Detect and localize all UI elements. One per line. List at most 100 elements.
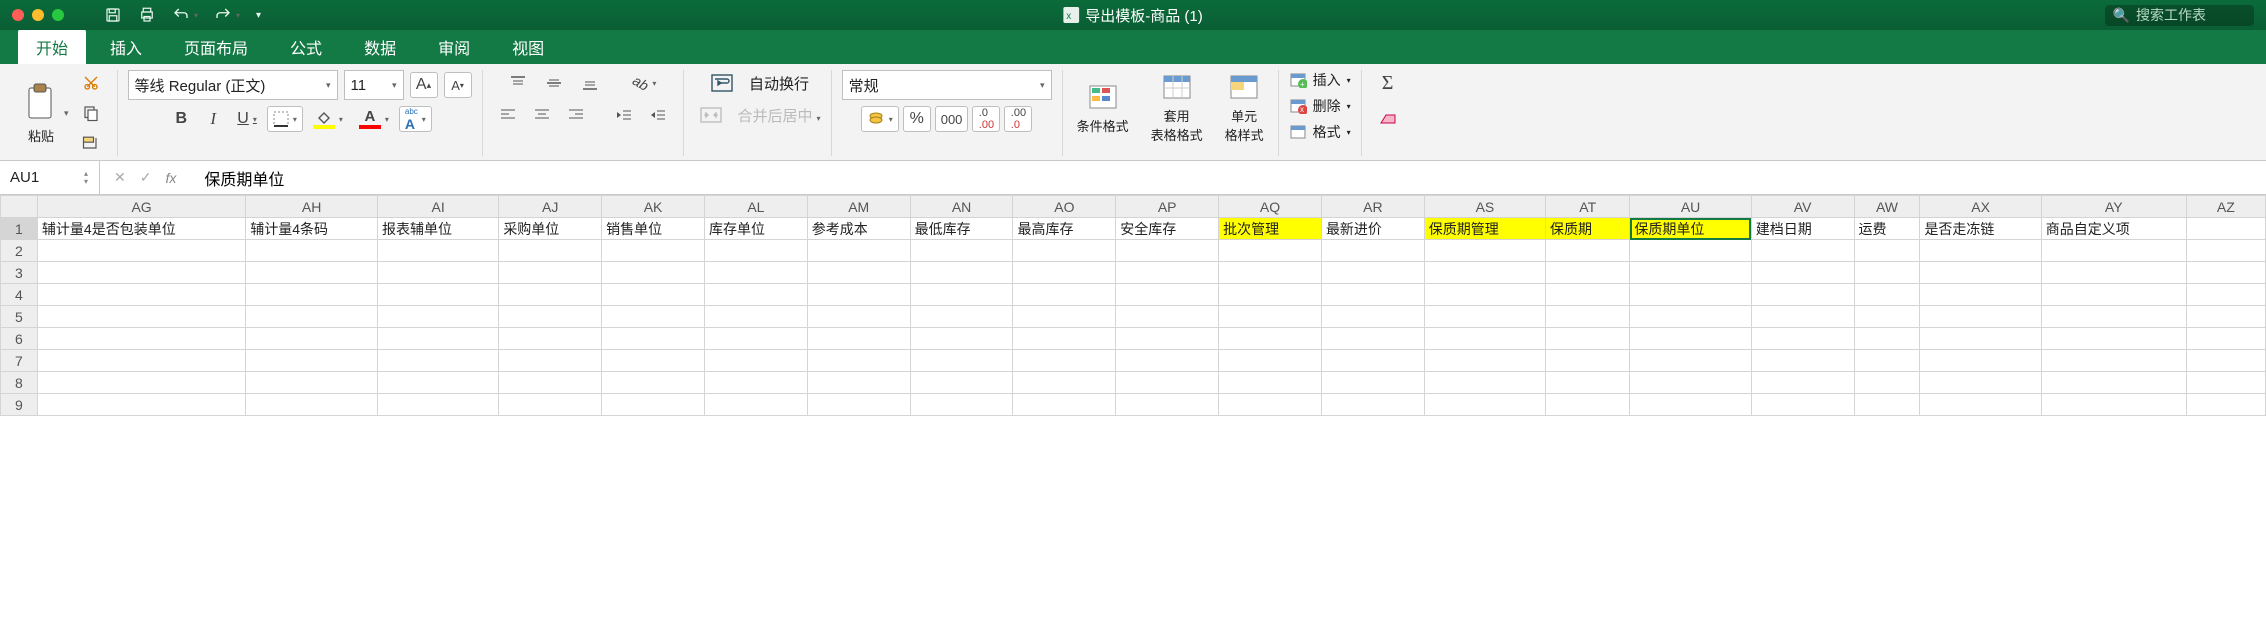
cell[interactable]	[602, 372, 705, 394]
cell[interactable]	[1546, 372, 1630, 394]
col-header[interactable]: AZ	[2186, 196, 2265, 218]
cell[interactable]	[602, 328, 705, 350]
col-header-selected[interactable]: AU	[1630, 196, 1751, 218]
delete-cells-button[interactable]: x删除▾	[1289, 96, 1351, 116]
cell[interactable]	[1630, 328, 1751, 350]
cell[interactable]	[378, 284, 499, 306]
cell[interactable]: 批次管理	[1219, 218, 1322, 240]
cell[interactable]	[37, 328, 245, 350]
cell[interactable]	[2041, 306, 2186, 328]
cell[interactable]	[1920, 350, 2041, 372]
cell[interactable]	[910, 284, 1013, 306]
cell[interactable]	[2186, 240, 2265, 262]
cell[interactable]	[807, 328, 910, 350]
cell[interactable]	[378, 306, 499, 328]
cell[interactable]	[1013, 350, 1116, 372]
tab-view[interactable]: 视图	[494, 29, 562, 64]
cell[interactable]	[1321, 262, 1424, 284]
cell[interactable]: 建档日期	[1751, 218, 1854, 240]
tab-page-layout[interactable]: 页面布局	[166, 29, 266, 64]
cell[interactable]	[1920, 394, 2041, 416]
cell[interactable]	[2186, 350, 2265, 372]
cell[interactable]: 保质期单位	[1630, 218, 1751, 240]
cell[interactable]	[602, 306, 705, 328]
cell[interactable]	[1854, 284, 1920, 306]
cell[interactable]	[1321, 240, 1424, 262]
cell[interactable]: 采购单位	[499, 218, 602, 240]
increase-font-button[interactable]: A▴	[410, 72, 438, 98]
cell[interactable]	[1013, 240, 1116, 262]
cut-button[interactable]	[75, 70, 107, 96]
save-icon[interactable]	[104, 6, 122, 24]
cell[interactable]	[1630, 394, 1751, 416]
decrease-font-button[interactable]: A▾	[444, 72, 472, 98]
cell[interactable]	[1854, 350, 1920, 372]
col-header[interactable]: AG	[37, 196, 245, 218]
cell[interactable]	[807, 394, 910, 416]
cell[interactable]	[1219, 262, 1322, 284]
cell[interactable]	[704, 306, 807, 328]
number-format-select[interactable]: 常规▾	[842, 70, 1052, 100]
align-left-button[interactable]	[493, 102, 523, 128]
cell[interactable]	[602, 262, 705, 284]
cell[interactable]	[1751, 328, 1854, 350]
tab-data[interactable]: 数据	[346, 29, 414, 64]
align-bottom-button[interactable]	[575, 70, 605, 96]
cell[interactable]	[704, 328, 807, 350]
cell[interactable]	[1219, 240, 1322, 262]
align-right-button[interactable]	[561, 102, 591, 128]
cell[interactable]	[910, 240, 1013, 262]
cell[interactable]	[499, 284, 602, 306]
undo-button[interactable]	[172, 6, 198, 24]
cell[interactable]	[2186, 306, 2265, 328]
cell[interactable]	[1546, 394, 1630, 416]
cell[interactable]	[1424, 328, 1545, 350]
cell[interactable]	[499, 372, 602, 394]
align-middle-button[interactable]	[539, 70, 569, 96]
row-header[interactable]: 8	[1, 372, 38, 394]
tab-review[interactable]: 审阅	[420, 29, 488, 64]
cell[interactable]: 商品自定义项	[2041, 218, 2186, 240]
cell[interactable]	[1751, 394, 1854, 416]
cell[interactable]	[246, 372, 378, 394]
cell[interactable]: 库存单位	[704, 218, 807, 240]
cell[interactable]: 销售单位	[602, 218, 705, 240]
cell[interactable]	[1116, 350, 1219, 372]
cell[interactable]	[2186, 262, 2265, 284]
format-painter-button[interactable]	[75, 130, 107, 156]
cell[interactable]	[704, 284, 807, 306]
cell[interactable]	[1219, 372, 1322, 394]
bold-button[interactable]: B	[167, 106, 195, 132]
cell[interactable]	[37, 284, 245, 306]
cell[interactable]	[37, 350, 245, 372]
cell[interactable]	[1630, 350, 1751, 372]
row-header[interactable]: 6	[1, 328, 38, 350]
cell[interactable]	[37, 262, 245, 284]
cell[interactable]	[2186, 218, 2265, 240]
cell[interactable]	[807, 350, 910, 372]
col-header[interactable]: AQ	[1219, 196, 1322, 218]
print-icon[interactable]	[138, 6, 156, 24]
autosum-button[interactable]: Σ	[1372, 70, 1404, 96]
font-size-select[interactable]: 11▾	[344, 70, 404, 100]
col-header[interactable]: AN	[910, 196, 1013, 218]
accounting-format-button[interactable]	[861, 106, 899, 132]
row-header[interactable]: 9	[1, 394, 38, 416]
cell[interactable]	[1321, 394, 1424, 416]
cell[interactable]	[807, 284, 910, 306]
col-header[interactable]: AI	[378, 196, 499, 218]
col-header[interactable]: AV	[1751, 196, 1854, 218]
insert-cells-button[interactable]: +插入▾	[1289, 70, 1351, 90]
cell[interactable]	[1321, 306, 1424, 328]
cell[interactable]	[2041, 284, 2186, 306]
percent-format-button[interactable]: %	[903, 106, 931, 132]
cell[interactable]	[1630, 306, 1751, 328]
cell[interactable]	[1116, 394, 1219, 416]
cell[interactable]	[1321, 284, 1424, 306]
close-window-button[interactable]	[12, 9, 24, 21]
cell[interactable]	[1854, 328, 1920, 350]
redo-button[interactable]	[214, 6, 240, 24]
cell[interactable]	[246, 394, 378, 416]
cell[interactable]: 运费	[1854, 218, 1920, 240]
col-header[interactable]: AJ	[499, 196, 602, 218]
